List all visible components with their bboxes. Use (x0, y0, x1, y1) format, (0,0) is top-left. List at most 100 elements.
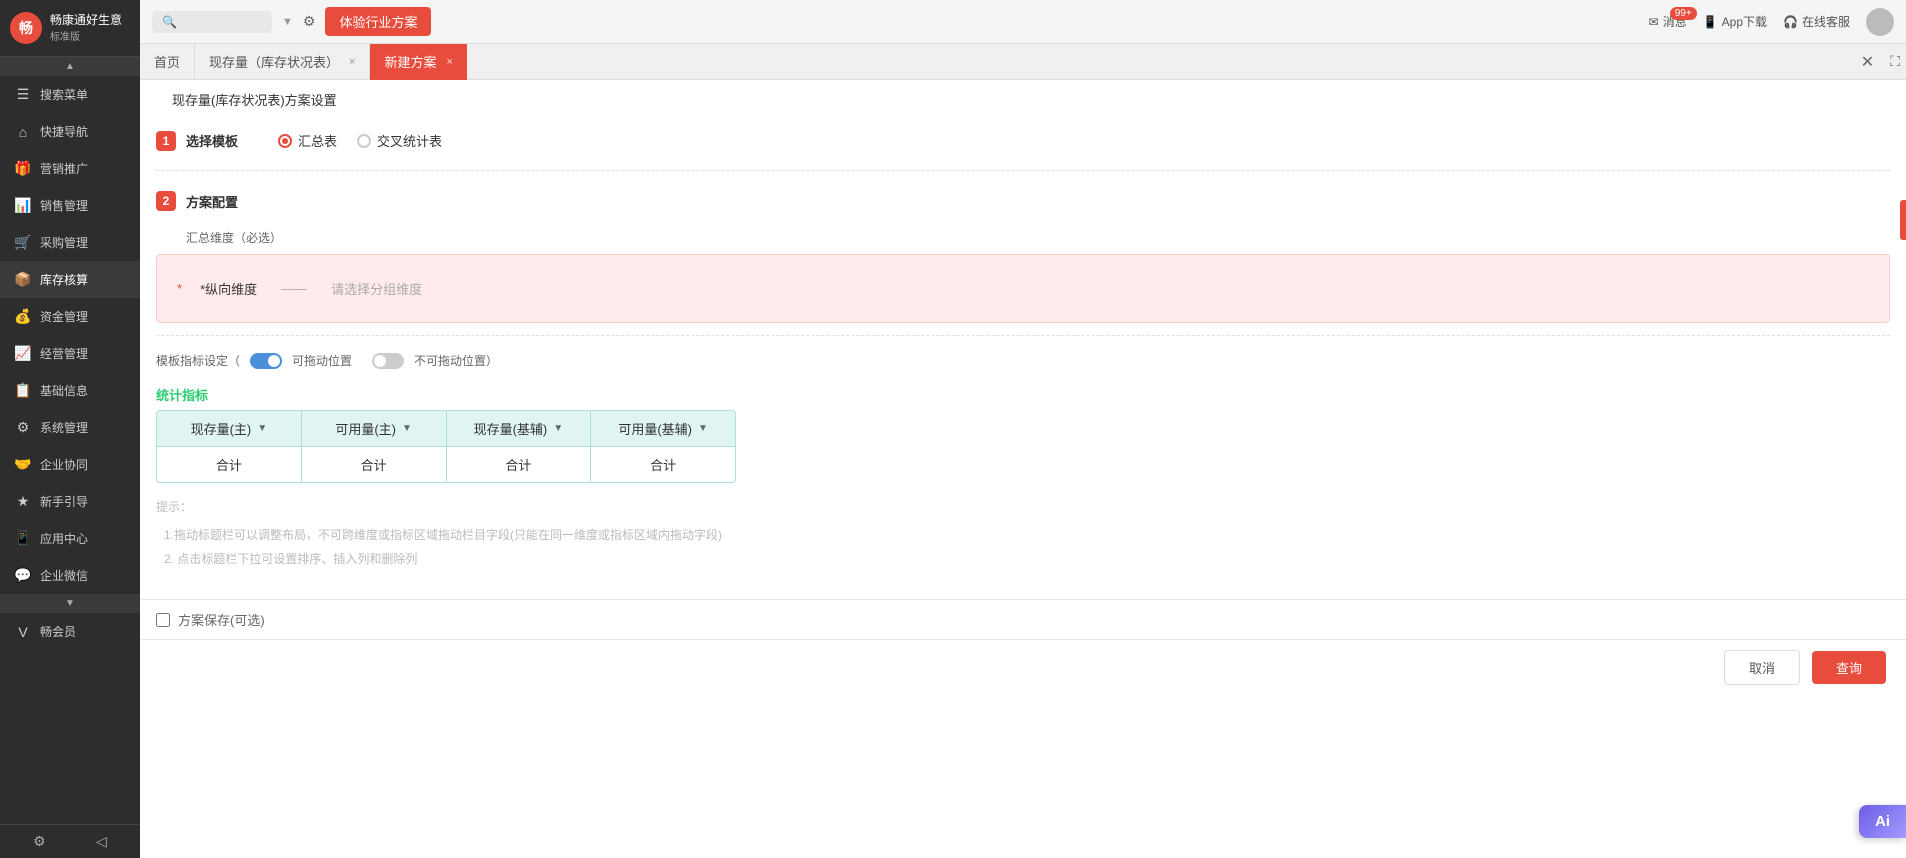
step1-title: 选择模板 (186, 131, 238, 150)
sidebar-label-guide: 新手引导 (40, 493, 88, 510)
summary-dimension-label: 汇总维度（必选） (156, 219, 1890, 254)
query-button[interactable]: 查询 (1812, 651, 1886, 684)
sidebar-item-guide[interactable]: ★ 新手引导 (0, 483, 140, 520)
sidebar-label-quick-nav: 快捷导航 (40, 123, 88, 140)
sidebar-item-cooperation[interactable]: 🤝 企业协同 (0, 446, 140, 483)
stats-cell-2: 合计 (447, 447, 592, 482)
divider-1 (156, 170, 1890, 171)
stats-table-header: 现存量(主) ▼ 可用量(主) ▼ 现存量(基辅) ▼ 可用量(基辅) ▼ (157, 411, 735, 446)
basic-info-icon: 📋 (14, 382, 32, 399)
member-icon: V (14, 624, 32, 640)
sidebar-label-finance: 资金管理 (40, 308, 88, 325)
cannot-drag-toggle[interactable] (372, 353, 404, 369)
can-drag-toggle[interactable] (250, 353, 282, 369)
sidebar-item-search-menu[interactable]: ☰ 搜索菜单 (0, 76, 140, 113)
step1-header: 1 选择模板 汇总表 交叉统计表 (156, 115, 1890, 162)
sidebar-item-inventory[interactable]: 📦 库存核算 (0, 261, 140, 298)
step2-badge: 2 (156, 191, 176, 211)
sidebar-item-member[interactable]: V 畅会员 (0, 613, 140, 650)
sidebar-label-wechat: 企业微信 (40, 567, 88, 584)
online-service-button[interactable]: 🎧 在线客服 (1783, 13, 1850, 30)
stats-col-3-chevron: ▼ (698, 423, 708, 434)
tab-home-label: 首页 (154, 52, 180, 71)
sidebar-item-operations[interactable]: 📈 经营管理 (0, 335, 140, 372)
vertical-dim-label: *纵向维度 (200, 279, 257, 298)
sidebar-item-wechat[interactable]: 💬 企业微信 (0, 557, 140, 594)
tab-new-scheme-label: 新建方案 (384, 52, 436, 71)
search-icon: 🔍 (162, 15, 177, 29)
settings-gear-icon[interactable]: ⚙ (303, 13, 316, 30)
save-checkbox[interactable] (156, 613, 170, 627)
sidebar-item-system[interactable]: ⚙ 系统管理 (0, 409, 140, 446)
stats-col-1-label: 可用量(主) (335, 419, 396, 438)
sidebar-item-basic-info[interactable]: 📋 基础信息 (0, 372, 140, 409)
sidebar-item-sales[interactable]: 📊 销售管理 (0, 187, 140, 224)
vertical-dimension-area[interactable]: * *纵向维度 —— 请选择分组维度 (156, 254, 1890, 323)
stats-col-2[interactable]: 现存量(基辅) ▼ (447, 411, 592, 446)
sidebar-label-app-center: 应用中心 (40, 530, 88, 547)
sidebar-label-basic-info: 基础信息 (40, 382, 88, 399)
tab-new-scheme-close[interactable]: × (446, 56, 452, 68)
search-chevron-icon[interactable]: ▼ (282, 16, 293, 28)
cancel-button[interactable]: 取消 (1724, 650, 1800, 685)
tab-inventory[interactable]: 现存量（库存状况表） × (195, 44, 370, 80)
sidebar-item-app-center[interactable]: 📱 应用中心 (0, 520, 140, 557)
settings-icon[interactable]: ⚙ (33, 833, 46, 850)
sidebar-label-marketing: 营销推广 (40, 160, 88, 177)
sidebar-item-finance[interactable]: 💰 资金管理 (0, 298, 140, 335)
stats-col-2-label: 现存量(基辅) (474, 419, 548, 438)
stats-col-3[interactable]: 可用量(基辅) ▼ (591, 411, 735, 446)
message-button[interactable]: ✉ 消息 99+ (1649, 13, 1687, 30)
content-area: 现存量(库存状况表)方案设置 1 选择模板 汇总表 交叉统计表 (140, 80, 1906, 858)
sidebar-label-inventory: 库存核算 (40, 271, 88, 288)
indicator-settings-row: 模板指标设定（ 可拖动位置 不可拖动位置） (156, 344, 1890, 377)
sidebar-bottom: ⚙ ◁ (0, 824, 140, 858)
radio-summary[interactable]: 汇总表 (278, 131, 337, 150)
stats-col-0-chevron: ▼ (257, 423, 267, 434)
stats-table-row: 合计 合计 合计 合计 (157, 446, 735, 482)
user-avatar[interactable] (1866, 8, 1894, 36)
guide-icon: ★ (14, 493, 32, 510)
app-version: 标准版 (50, 28, 122, 43)
sidebar-logo: 畅 畅康通好生意 标准版 (0, 0, 140, 57)
sidebar-scroll-down[interactable]: ▼ (0, 594, 140, 613)
topbar: 🔍 ▼ ⚙ 体验行业方案 ✉ 消息 99+ 📱 App下载 🎧 在线客服 (140, 0, 1906, 44)
window-expand-button[interactable]: ⛶ (1884, 53, 1906, 70)
ai-floating-button[interactable]: Ai (1859, 805, 1906, 838)
tab-new-scheme[interactable]: 新建方案 × (370, 44, 466, 80)
app-icon: 📱 (1703, 15, 1718, 29)
step2-header: 2 方案配置 (156, 179, 1890, 219)
radio-cross[interactable]: 交叉统计表 (357, 131, 442, 150)
radio-cross-circle (357, 134, 371, 148)
radio-cross-label: 交叉统计表 (377, 131, 442, 150)
cooperation-icon: 🤝 (14, 456, 32, 473)
collapse-icon[interactable]: ◁ (96, 833, 107, 850)
action-bar: 取消 查询 (140, 639, 1906, 695)
sidebar-item-quick-nav[interactable]: ⌂ 快捷导航 (0, 113, 140, 150)
save-label: 方案保存(可选) (178, 610, 265, 629)
app-download-button[interactable]: 📱 App下载 (1703, 13, 1767, 30)
scheme-section: 现存量(库存状况表)方案设置 1 选择模板 汇总表 交叉统计表 (140, 80, 1906, 599)
tip-text-1: 2. 点击标题栏下拉可设置排序、插入列和删除列 (164, 547, 417, 571)
tip-item-0: 1.拖动标题栏可以调整布局，不可跨维度或指标区域拖动栏目字段(只能在同一维度或指… (156, 523, 1890, 547)
sidebar-item-purchase[interactable]: 🛒 采购管理 (0, 224, 140, 261)
trial-button[interactable]: 体验行业方案 (325, 7, 431, 36)
purchase-icon: 🛒 (14, 234, 32, 251)
operations-icon: 📈 (14, 345, 32, 362)
stats-col-2-chevron: ▼ (553, 423, 563, 434)
sidebar-label-cooperation: 企业协同 (40, 456, 88, 473)
page-title: 现存量(库存状况表)方案设置 (156, 80, 1890, 115)
stats-col-1[interactable]: 可用量(主) ▼ (302, 411, 447, 446)
stats-col-0[interactable]: 现存量(主) ▼ (157, 411, 302, 446)
can-drag-label: 可拖动位置 (292, 352, 352, 369)
tab-inventory-label: 现存量（库存状况表） (209, 52, 339, 71)
search-box[interactable]: 🔍 (152, 11, 272, 33)
tab-inventory-close[interactable]: × (349, 56, 355, 68)
app-logo-icon: 畅 (10, 12, 42, 44)
step1-badge: 1 (156, 131, 176, 151)
tab-home[interactable]: 首页 (140, 44, 195, 80)
sidebar-scroll-up[interactable]: ▲ (0, 57, 140, 76)
window-close-button[interactable]: ✕ (1851, 52, 1884, 72)
sidebar-label-search-menu: 搜索菜单 (40, 86, 88, 103)
sidebar-item-marketing[interactable]: 🎁 营销推广 (0, 150, 140, 187)
